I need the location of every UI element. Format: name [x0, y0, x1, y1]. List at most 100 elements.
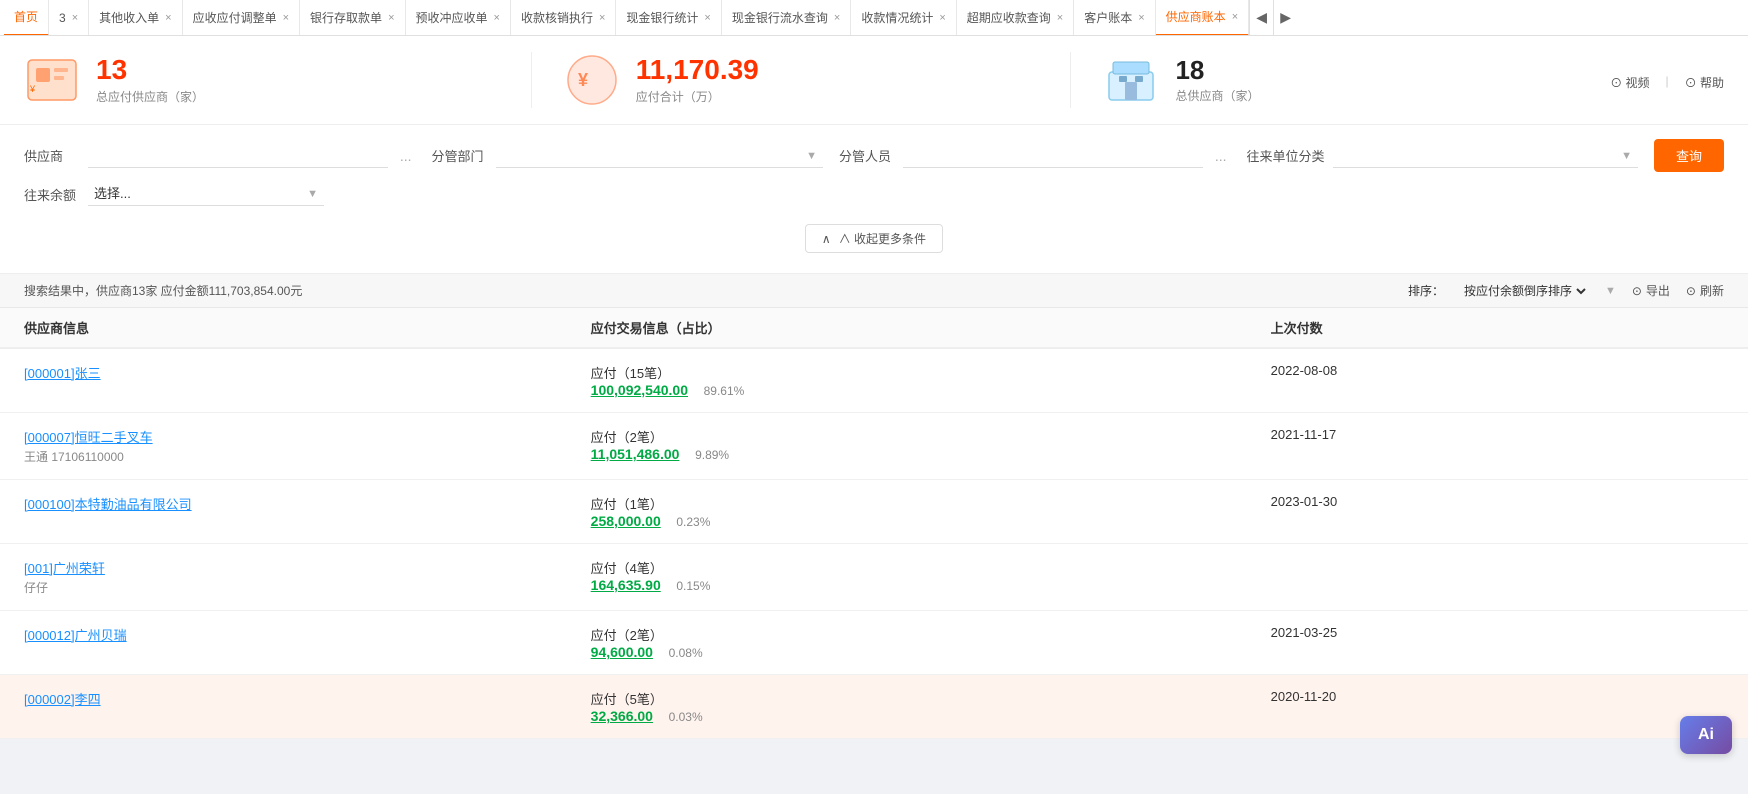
nav-tab-home[interactable]: 首页 — [4, 0, 49, 36]
nav-prev-button[interactable]: ◀ — [1249, 0, 1273, 36]
top-navigation: 首页 3 × 其他收入单 × 应收应付调整单 × 银行存取款单 × 预收冲应收单… — [0, 0, 1748, 36]
total-suppliers-icon — [1103, 52, 1159, 108]
lastpay-date: 2020-11-20 — [1271, 689, 1724, 704]
supplier-dots-icon[interactable]: ... — [396, 148, 416, 164]
transaction-info: 应付（15笔） 100,092,540.00 89.61% — [591, 363, 1271, 398]
lastpay-date: 2021-03-25 — [1271, 625, 1724, 640]
table-row[interactable]: [000100]本特勤油品有限公司 应付（1笔） 258,000.00 0.23… — [0, 480, 1748, 544]
close-icon[interactable]: × — [599, 12, 605, 24]
supplier-link[interactable]: [001]广州荣轩 — [24, 558, 591, 577]
search-button[interactable]: 查询 — [1654, 139, 1724, 172]
supplier-info: [000100]本特勤油品有限公司 — [24, 494, 591, 513]
nav-tab-cash-bank-stat-label: 现金银行统计 — [626, 9, 698, 26]
transaction-amount[interactable]: 94,600.00 — [591, 644, 653, 660]
nav-tab-cash-bank-flow[interactable]: 现金银行流水查询 × — [722, 0, 851, 36]
nav-tab-receipt-stat-label: 收款情况统计 — [861, 9, 933, 26]
supplier-link[interactable]: [000002]李四 — [24, 689, 591, 708]
nav-tab-prepay-collect[interactable]: 预收冲应收单 × — [406, 0, 511, 36]
nav-tab-cash-bank-flow-label: 现金银行流水查询 — [732, 9, 828, 26]
summary-item-total-payable: ¥ 11,170.39 应付合计（万） — [532, 52, 1072, 108]
nav-tab-ap-adjust[interactable]: 应收应付调整单 × — [183, 0, 300, 36]
summary-actions: ⊙ 视频 | ⊙ 帮助 — [1610, 70, 1724, 91]
table-row[interactable]: [000002]李四 应付（5笔） 32,366.00 0.03% 2020-1… — [0, 675, 1748, 739]
collapse-button[interactable]: ∧ ∧ 收起更多条件 — [805, 224, 943, 253]
close-icon[interactable]: × — [1138, 12, 1144, 24]
person-dots-icon[interactable]: ... — [1211, 148, 1231, 164]
refresh-button[interactable]: ⊙ 刷新 — [1686, 282, 1724, 299]
supplier-link[interactable]: [000007]恒旺二手叉车 — [24, 427, 591, 446]
supplier-link[interactable]: [000100]本特勤油品有限公司 — [24, 494, 591, 513]
nav-tab-receipt-exec[interactable]: 收款核销执行 × — [511, 0, 616, 36]
close-icon[interactable]: × — [939, 12, 945, 24]
close-icon[interactable]: × — [704, 12, 710, 24]
help-link[interactable]: ⊙ 帮助 — [1685, 74, 1724, 91]
table-row[interactable]: [001]广州荣轩 仔仔 应付（4笔） 164,635.90 0.15% — [0, 544, 1748, 611]
ai-button[interactable]: Ai — [1680, 716, 1732, 754]
transaction-type: 应付（5笔） — [591, 689, 1271, 708]
nav-tab-customer-account[interactable]: 客户账本 × — [1074, 0, 1155, 36]
table-row[interactable]: [000012]广州贝瑞 应付（2笔） 94,600.00 0.08% 2021… — [0, 611, 1748, 675]
transaction-pct: 9.89% — [695, 448, 729, 462]
close-icon[interactable]: × — [1232, 11, 1238, 23]
summary-item-suppliers-payable: ¥ 13 总应付供应商（家） — [24, 52, 532, 108]
close-icon[interactable]: × — [72, 12, 78, 24]
table-header: 供应商信息 应付交易信息（占比） 上次付数 — [0, 308, 1748, 349]
filter-category: 往来单位分类 ▼ — [1247, 144, 1639, 168]
close-icon[interactable]: × — [388, 12, 394, 24]
table-row[interactable]: [000007]恒旺二手叉车 王通 17106110000 应付（2笔） 11,… — [0, 413, 1748, 480]
supplier-filter-input[interactable] — [88, 144, 388, 168]
summary-text-total-payable: 11,170.39 应付合计（万） — [636, 56, 759, 105]
nav-tab-overdue-query[interactable]: 超期应收款查询 × — [957, 0, 1074, 36]
summary-label-total-suppliers: 总供应商（家） — [1175, 87, 1259, 104]
nav-tab-t3[interactable]: 3 × — [49, 0, 89, 36]
person-filter-input[interactable] — [903, 144, 1203, 168]
col-header-supplier: 供应商信息 — [24, 318, 591, 337]
suppliers-payable-icon: ¥ — [24, 52, 80, 108]
transaction-amount[interactable]: 32,366.00 — [591, 708, 653, 724]
close-icon[interactable]: × — [834, 12, 840, 24]
export-icon: ⊙ — [1632, 284, 1642, 298]
sort-label: 排序： — [1408, 282, 1444, 299]
nav-tab-bank-deposit-label: 银行存取款单 — [310, 9, 382, 26]
supplier-info: [000012]广州贝瑞 — [24, 625, 591, 644]
total-payable-icon: ¥ — [564, 52, 620, 108]
supplier-info: [000007]恒旺二手叉车 王通 17106110000 — [24, 427, 591, 465]
video-link[interactable]: ⊙ 视频 — [1610, 74, 1649, 91]
transaction-pct: 89.61% — [704, 384, 745, 398]
transaction-amount[interactable]: 11,051,486.00 — [591, 446, 680, 462]
transaction-amount[interactable]: 164,635.90 — [591, 577, 661, 593]
nav-tab-cash-bank-stat[interactable]: 现金银行统计 × — [616, 0, 721, 36]
filter-balance: 往来余额 选择... ▼ — [24, 182, 324, 206]
nav-tab-supplier-account[interactable]: 供应商账本 × — [1156, 0, 1249, 36]
refresh-icon: ⊙ — [1686, 284, 1696, 298]
table-row[interactable]: [000001]张三 应付（15笔） 100,092,540.00 89.61%… — [0, 349, 1748, 413]
close-icon[interactable]: × — [283, 12, 289, 24]
summary-label-total-payable: 应付合计（万） — [636, 88, 759, 105]
filter-row-1: 供应商 ... 分管部门 ▼ 分管人员 ... 往来单位分类 — [24, 139, 1724, 172]
nav-next-button[interactable]: ▶ — [1273, 0, 1297, 36]
lastpay-date: 2023-01-30 — [1271, 494, 1724, 509]
supplier-link[interactable]: [000012]广州贝瑞 — [24, 625, 591, 644]
export-button[interactable]: ⊙ 导出 — [1632, 282, 1670, 299]
nav-tab-receipt-stat[interactable]: 收款情况统计 × — [851, 0, 956, 36]
close-icon[interactable]: × — [1057, 12, 1063, 24]
category-filter-label: 往来单位分类 — [1247, 146, 1325, 165]
filter-person: 分管人员 ... — [839, 144, 1231, 168]
nav-tab-other-income[interactable]: 其他收入单 × — [89, 0, 182, 36]
transaction-amount[interactable]: 258,000.00 — [591, 513, 661, 529]
close-icon[interactable]: × — [165, 12, 171, 24]
transaction-type: 应付（1笔） — [591, 494, 1271, 513]
lastpay-date: 2021-11-17 — [1271, 427, 1724, 442]
sort-select[interactable]: 按应付余额倒序排序 — [1460, 283, 1589, 299]
col-header-transaction: 应付交易信息（占比） — [591, 318, 1271, 337]
category-filter-select[interactable] — [1333, 144, 1638, 168]
supplier-link[interactable]: [000001]张三 — [24, 363, 591, 382]
dept-filter-select[interactable] — [496, 144, 824, 168]
transaction-pct: 0.23% — [676, 515, 710, 529]
close-icon[interactable]: × — [494, 12, 500, 24]
supplier-info: [001]广州荣轩 仔仔 — [24, 558, 591, 596]
balance-filter-select[interactable]: 选择... — [88, 182, 324, 206]
data-table: 供应商信息 应付交易信息（占比） 上次付数 [000001]张三 应付（15笔）… — [0, 308, 1748, 739]
nav-tab-bank-deposit[interactable]: 银行存取款单 × — [300, 0, 405, 36]
transaction-amount[interactable]: 100,092,540.00 — [591, 382, 688, 398]
